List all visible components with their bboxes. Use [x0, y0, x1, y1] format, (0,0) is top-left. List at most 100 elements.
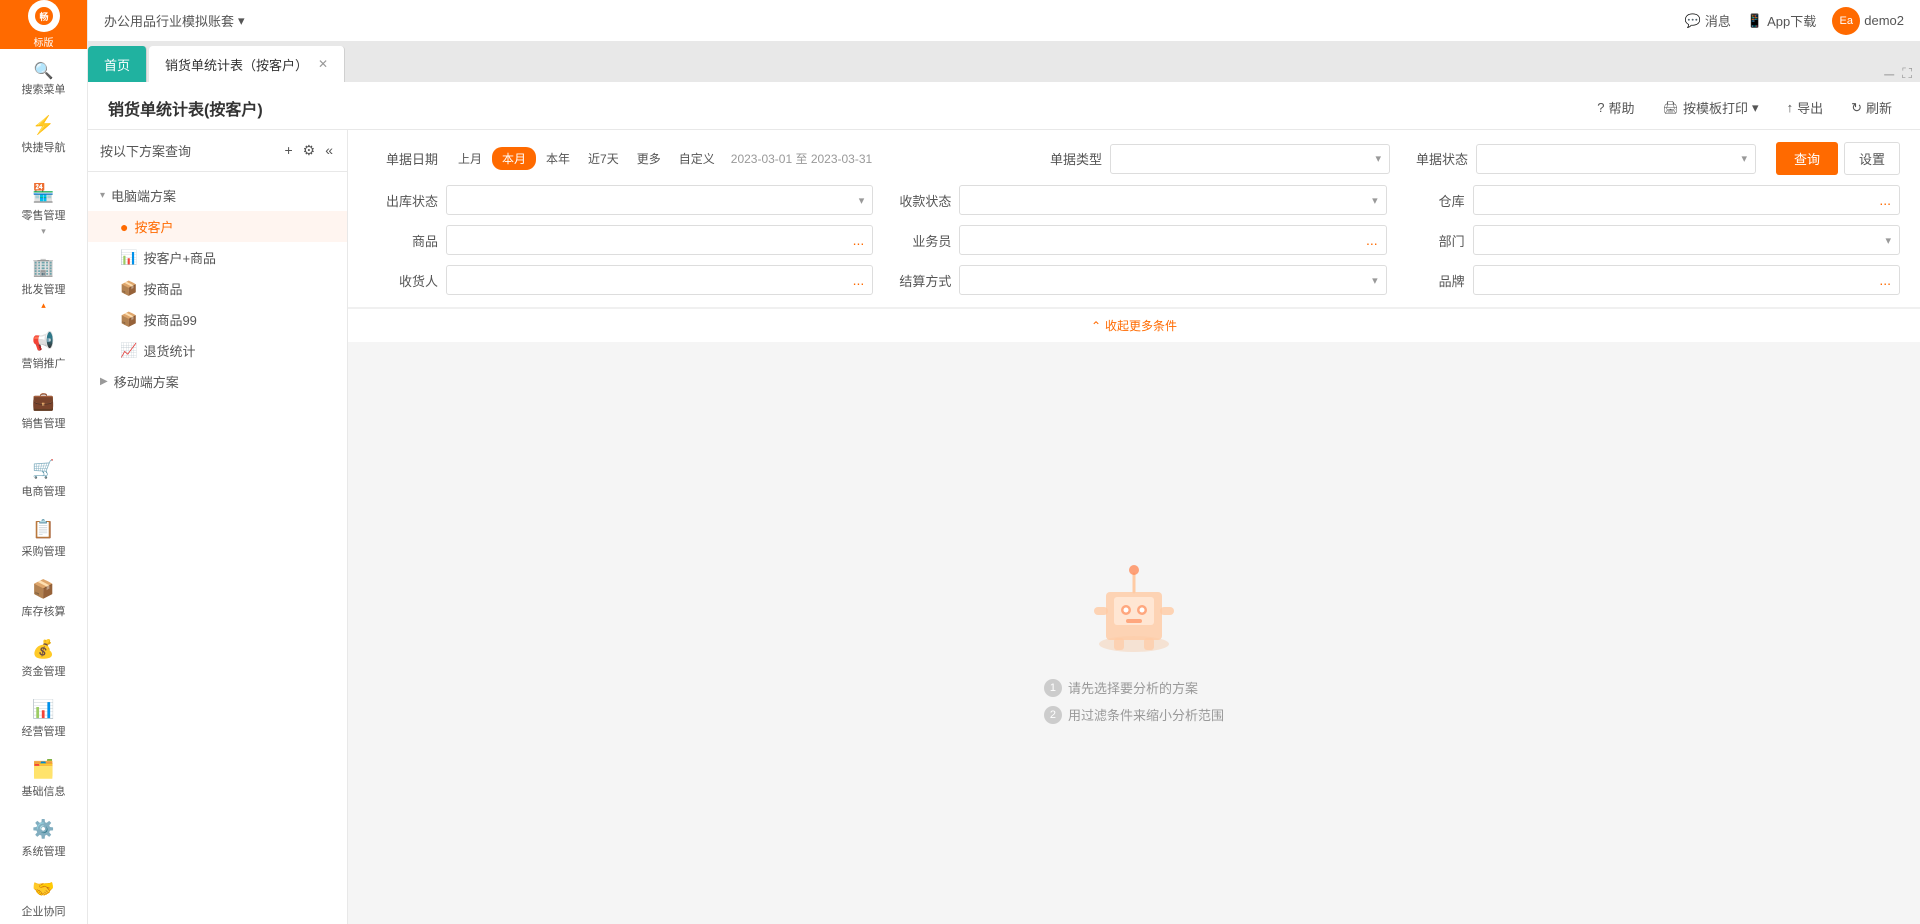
- app-download-label: App下载: [1767, 11, 1816, 30]
- refresh-label: 刷新: [1866, 98, 1892, 117]
- tree-group-desktop-header[interactable]: ▾ 电脑端方案: [88, 180, 347, 211]
- department-select[interactable]: ▾: [1473, 225, 1900, 255]
- goods-select[interactable]: ...: [446, 225, 873, 255]
- date-this-month-btn[interactable]: 本月: [492, 147, 536, 170]
- sidebar-logo[interactable]: 畅 标版: [0, 0, 88, 49]
- avatar: Ea: [1832, 7, 1860, 35]
- help-btn[interactable]: ? 帮助: [1589, 94, 1642, 121]
- salesperson-select[interactable]: ...: [959, 225, 1386, 255]
- svg-text:畅: 畅: [39, 11, 48, 22]
- search-menu-item[interactable]: 🔍 搜索菜单: [0, 49, 88, 105]
- out-status-select[interactable]: ▾: [446, 185, 873, 215]
- by-customer-icon: ●: [120, 219, 128, 235]
- brand-select[interactable]: ...: [1473, 265, 1900, 295]
- date-quick-btns: 上月 本月 本年 近7天 更多 自定义: [446, 144, 727, 173]
- print-label: 按模板打印: [1683, 98, 1748, 117]
- refresh-btn[interactable]: ↻ 刷新: [1843, 94, 1900, 121]
- finance-label: 资金管理: [22, 663, 66, 679]
- export-icon: ↑: [1787, 100, 1794, 115]
- tab-minimize-icon[interactable]: ─: [1884, 66, 1894, 82]
- sidebar-item-ecommerce[interactable]: 🛒 电商管理: [0, 449, 88, 509]
- app-download-btn[interactable]: 📱 App下载: [1747, 11, 1816, 30]
- payment-status-label: 收款状态: [881, 191, 951, 210]
- tree-item-by-goods[interactable]: 📦 按商品: [88, 273, 347, 304]
- date-more-btn[interactable]: 更多: [629, 147, 669, 170]
- print-btn[interactable]: 🖨 按模板打印 ▾: [1655, 94, 1767, 121]
- wholesale-label: 批发管理: [22, 281, 66, 297]
- sidebar-item-finance[interactable]: 💰 资金管理: [0, 629, 88, 689]
- date-label: 单据日期: [368, 149, 438, 168]
- panel-settings-btn[interactable]: ⚙: [301, 140, 318, 161]
- tab-sales-stat-label: 销货单统计表（按客户）: [165, 55, 308, 74]
- sidebar-item-sales[interactable]: 💼 销售管理: [0, 381, 88, 441]
- sidebar-item-marketing[interactable]: 📢 营销推广: [0, 321, 88, 381]
- query-btn[interactable]: 查询: [1776, 142, 1838, 175]
- tab-maximize-icon[interactable]: ⛶: [1902, 65, 1912, 82]
- wholesale-arrow: ▴: [41, 300, 46, 311]
- doc-type-label: 单据类型: [1032, 149, 1102, 168]
- settings-btn[interactable]: 设置: [1844, 142, 1900, 175]
- sidebar-item-basic[interactable]: 🗂️ 基础信息: [0, 749, 88, 809]
- sidebar-item-quicknav[interactable]: ⚡ 快捷导航: [0, 105, 88, 165]
- tree-item-by-customer-goods[interactable]: 📊 按客户+商品: [88, 242, 347, 273]
- tree-item-by-customer[interactable]: ● 按客户: [88, 211, 347, 242]
- tab-close-icon[interactable]: ✕: [318, 57, 328, 71]
- payment-status-select[interactable]: ▾: [959, 185, 1386, 215]
- basic-label: 基础信息: [22, 783, 66, 799]
- empty-box: [1074, 542, 1194, 662]
- industry-selector[interactable]: 办公用品行业模拟账套 ▾: [104, 11, 245, 30]
- system-label: 系统管理: [22, 843, 66, 859]
- quicknav-icon: ⚡: [32, 115, 54, 136]
- industry-name: 办公用品行业模拟账套: [104, 11, 234, 30]
- tree-group-mobile-arrow: ▶: [100, 376, 108, 387]
- message-btn[interactable]: 💬 消息: [1685, 11, 1731, 30]
- by-goods-label: 按商品: [143, 279, 182, 298]
- by-customer-goods-label: 按客户+商品: [143, 248, 216, 267]
- date-custom-btn[interactable]: 自定义: [671, 147, 723, 170]
- print-dropdown-icon: ▾: [1752, 100, 1759, 116]
- wholesale-icon: 🏢: [32, 257, 54, 278]
- date-prev-month-btn[interactable]: 上月: [450, 147, 490, 170]
- date-range-text: 2023-03-01 至 2023-03-31: [731, 150, 872, 167]
- tree-item-return-stat[interactable]: 📈 退货统计: [88, 335, 347, 366]
- sidebar-item-enterprise[interactable]: 🤝 企业协同: [0, 869, 88, 924]
- tab-sales-stat[interactable]: 销货单统计表（按客户） ✕: [149, 46, 345, 82]
- tab-home-label: 首页: [104, 55, 130, 74]
- sidebar-item-retail[interactable]: 🏪 零售管理 ▾: [0, 173, 88, 247]
- salesperson-label: 业务员: [881, 231, 951, 250]
- tab-home[interactable]: 首页: [88, 46, 147, 82]
- receiver-select[interactable]: ...: [446, 265, 873, 295]
- settlement-select[interactable]: ▾: [959, 265, 1386, 295]
- sidebar-item-wholesale[interactable]: 🏢 批发管理 ▴: [0, 247, 88, 321]
- user-profile[interactable]: Ea demo2: [1832, 7, 1904, 35]
- enterprise-label: 企业协同: [22, 903, 66, 919]
- doc-type-select[interactable]: ▾: [1110, 144, 1390, 174]
- doc-status-select[interactable]: ▾: [1476, 144, 1756, 174]
- sidebar-item-inventory[interactable]: 📦 库存核算: [0, 569, 88, 629]
- tree-item-by-goods-99[interactable]: 📦 按商品99: [88, 304, 347, 335]
- inventory-icon: 📦: [32, 579, 54, 600]
- sidebar-item-purchase[interactable]: 📋 采购管理: [0, 509, 88, 569]
- date-this-year-btn[interactable]: 本年: [538, 147, 578, 170]
- export-label: 导出: [1797, 98, 1823, 117]
- empty-tips: 1 请先选择要分析的方案 2 用过滤条件来缩小分析范围: [1044, 678, 1224, 724]
- panel-add-btn[interactable]: +: [282, 140, 294, 161]
- date-last7-btn[interactable]: 近7天: [580, 147, 627, 170]
- salesperson-ellipsis: ...: [1366, 232, 1378, 248]
- by-goods-icon: 📦: [120, 280, 137, 297]
- filter-row-3: 商品 ... 业务员 ... 部门 ▾: [368, 225, 1900, 255]
- warehouse-select[interactable]: ...: [1473, 185, 1900, 215]
- print-icon: 🖨: [1663, 100, 1680, 116]
- sidebar-item-system[interactable]: ⚙️ 系统管理: [0, 809, 88, 869]
- panel-collapse-btn[interactable]: «: [323, 140, 335, 161]
- goods-ellipsis: ...: [853, 232, 865, 248]
- collapse-bar[interactable]: ⌃ 收起更多条件: [348, 308, 1920, 342]
- tree-group-desktop-arrow: ▾: [100, 190, 105, 201]
- out-status-label: 出库状态: [368, 191, 438, 210]
- sidebar-item-operation[interactable]: 📊 经营管理: [0, 689, 88, 749]
- tree-group-desktop-label: 电脑端方案: [111, 186, 176, 205]
- filter-row-4: 收货人 ... 结算方式 ▾ 品牌 ...: [368, 265, 1900, 295]
- export-btn[interactable]: ↑ 导出: [1779, 94, 1832, 121]
- tree-group-mobile-header[interactable]: ▶ 移动端方案: [88, 366, 347, 397]
- receiver-label: 收货人: [368, 271, 438, 290]
